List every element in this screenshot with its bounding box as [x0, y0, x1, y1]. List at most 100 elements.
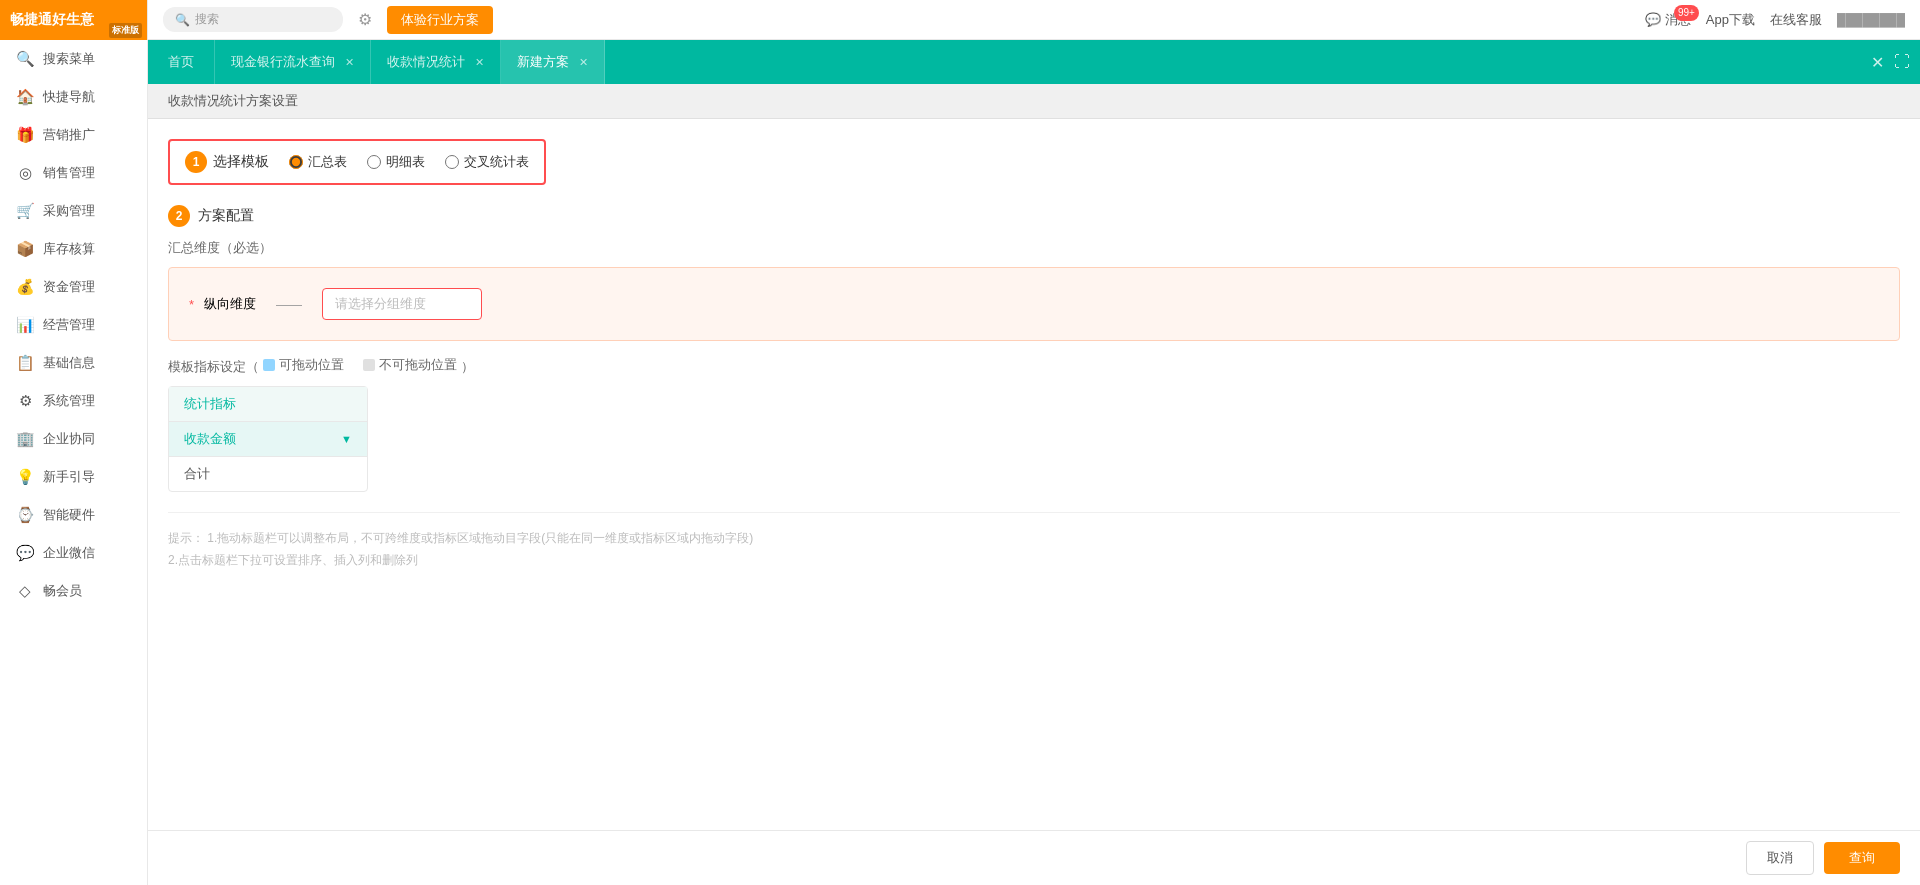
sidebar-item-label: 智能硬件	[43, 506, 95, 524]
sidebar-item-system[interactable]: ⚙ 系统管理	[0, 382, 147, 420]
sidebar-item-member[interactable]: ◇ 畅会员	[0, 572, 147, 610]
sidebar-item-label: 系统管理	[43, 392, 95, 410]
box-icon: 📦	[15, 240, 35, 258]
dimension-selector[interactable]: 请选择分组维度	[322, 288, 482, 320]
non-draggable-indicator: 不可拖动位置	[363, 356, 457, 374]
user-info: ████████	[1837, 13, 1905, 27]
metrics-column-label: 收款金额	[184, 430, 236, 448]
metrics-column-header[interactable]: 收款金额 ▼	[169, 422, 367, 457]
sidebar-item-label: 营销推广	[43, 126, 95, 144]
tab-receipts[interactable]: 收款情况统计 ✕	[371, 40, 501, 84]
metrics-table: 统计指标 收款金额 ▼ 合计	[168, 386, 368, 492]
sidebar-item-sales[interactable]: ◎ 销售管理	[0, 154, 147, 192]
tips-section: 提示： 1.拖动标题栏可以调整布局，不可跨维度或指标区域拖动目字段(只能在同一维…	[168, 512, 1900, 571]
tip-line-1: 提示： 1.拖动标题栏可以调整布局，不可跨维度或指标区域拖动目字段(只能在同一维…	[168, 528, 1900, 550]
tabbar-controls: ✕ ⛶	[1861, 40, 1920, 84]
sidebar-item-hardware[interactable]: ⌚ 智能硬件	[0, 496, 147, 534]
radio-detail-input[interactable]	[367, 155, 381, 169]
step2-title: 方案配置	[198, 207, 254, 225]
tab-newplan[interactable]: 新建方案 ✕	[501, 40, 605, 84]
bulb-icon: 💡	[15, 468, 35, 486]
radio-summary-input[interactable]	[289, 155, 303, 169]
sidebar-item-finance[interactable]: 💰 资金管理	[0, 268, 147, 306]
newplan-tab-close[interactable]: ✕	[579, 56, 588, 69]
sidebar-item-wechat[interactable]: 💬 企业微信	[0, 534, 147, 572]
sidebar-item-quicknav[interactable]: 🏠 快捷导航	[0, 78, 147, 116]
sidebar-item-inventory[interactable]: 📦 库存核算	[0, 230, 147, 268]
page-header-text: 收款情况统计方案设置	[168, 93, 298, 108]
sidebar: 畅捷通好生意 标准版 🔍 搜索菜单 🏠 快捷导航 🎁 营销推广 ◎ 销售管理 🛒…	[0, 0, 148, 885]
non-draggable-label: 不可拖动位置	[379, 356, 457, 374]
home-icon: 🏠	[15, 88, 35, 106]
window-maximize-icon[interactable]: ⛶	[1894, 53, 1910, 71]
messages-container[interactable]: 💬 消息 99+	[1645, 11, 1691, 29]
arrow-text: ——	[276, 297, 302, 312]
building-icon: 🏢	[15, 430, 35, 448]
logo-text: 畅捷通好生意	[10, 11, 94, 29]
sidebar-item-label: 库存核算	[43, 240, 95, 258]
sidebar-item-operations[interactable]: 📊 经营管理	[0, 306, 147, 344]
radio-summary-label: 汇总表	[308, 153, 347, 171]
sidebar-item-enterprise[interactable]: 🏢 企业协同	[0, 420, 147, 458]
cancel-button[interactable]: 取消	[1746, 841, 1814, 875]
dimension-label-text: 汇总维度（必选）	[168, 240, 272, 255]
sidebar-item-basic[interactable]: 📋 基础信息	[0, 344, 147, 382]
non-draggable-dot	[363, 359, 375, 371]
dimension-placeholder: 请选择分组维度	[335, 296, 426, 311]
query-button[interactable]: 查询	[1824, 842, 1900, 874]
metrics-table-header: 统计指标	[169, 387, 367, 422]
content-area: 收款情况统计方案设置 1 选择模板 汇总表	[148, 84, 1920, 830]
receipts-tab-close[interactable]: ✕	[475, 56, 484, 69]
search-icon: 🔍	[15, 50, 35, 68]
tab-cashflow[interactable]: 现金银行流水查询 ✕	[215, 40, 371, 84]
sidebar-item-label: 新手引导	[43, 468, 95, 486]
trial-button[interactable]: 体验行业方案	[387, 6, 493, 34]
metrics-summary-text: 合计	[184, 466, 210, 481]
metrics-section: 模板指标设定（ 可拖动位置 不可拖动位置 ）	[168, 356, 1900, 492]
radio-summary[interactable]: 汇总表	[289, 153, 347, 171]
sales-icon: ◎	[15, 164, 35, 182]
form-container: 1 选择模板 汇总表 明细表 交叉统计表	[148, 119, 1920, 830]
sidebar-item-label: 搜索菜单	[43, 50, 95, 68]
sidebar-item-newguide[interactable]: 💡 新手引导	[0, 458, 147, 496]
home-tab-label: 首页	[168, 53, 194, 71]
radio-cross-input[interactable]	[445, 155, 459, 169]
radio-detail[interactable]: 明细表	[367, 153, 425, 171]
step2-badge: 2	[168, 205, 190, 227]
online-service-link[interactable]: 在线客服	[1770, 11, 1822, 29]
cart-icon: 🛒	[15, 202, 35, 220]
sidebar-item-marketing[interactable]: 🎁 营销推广	[0, 116, 147, 154]
search-icon: 🔍	[175, 13, 190, 27]
cashflow-tab-label: 现金银行流水查询	[231, 53, 335, 71]
cashflow-tab-close[interactable]: ✕	[345, 56, 354, 69]
topbar-search[interactable]: 🔍 搜索	[163, 7, 343, 32]
sidebar-item-label: 资金管理	[43, 278, 95, 296]
member-icon: ◇	[15, 582, 35, 600]
chart-icon: 📊	[15, 316, 35, 334]
tabbar: 首页 现金银行流水查询 ✕ 收款情况统计 ✕ 新建方案 ✕ ✕ ⛶	[148, 40, 1920, 84]
tab-home[interactable]: 首页	[148, 40, 215, 84]
radio-cross[interactable]: 交叉统计表	[445, 153, 529, 171]
topbar: 🔍 搜索 ⚙ 体验行业方案 💬 消息 99+ App下载 在线客服 ██████…	[148, 0, 1920, 40]
step1-badge: 1	[185, 151, 207, 173]
sidebar-item-purchase[interactable]: 🛒 采购管理	[0, 192, 147, 230]
draggable-label: 可拖动位置	[279, 356, 344, 374]
gear-icon[interactable]: ⚙	[358, 10, 372, 29]
app-download-link[interactable]: App下载	[1706, 11, 1755, 29]
money-icon: 💰	[15, 278, 35, 296]
dropdown-arrow-icon[interactable]: ▼	[341, 433, 352, 445]
sidebar-item-search[interactable]: 🔍 搜索菜单	[0, 40, 147, 78]
sidebar-item-label: 快捷导航	[43, 88, 95, 106]
sidebar-item-label: 采购管理	[43, 202, 95, 220]
gift-icon: 🎁	[15, 126, 35, 144]
clipboard-icon: 📋	[15, 354, 35, 372]
dimension-area: * 纵向维度 —— 请选择分组维度	[168, 267, 1900, 341]
draggable-indicator: 可拖动位置	[263, 356, 344, 374]
window-close-icon[interactable]: ✕	[1871, 53, 1884, 72]
step2-section: 2 方案配置 汇总维度（必选） * 纵向维度 ——	[168, 205, 1900, 571]
main-area: 🔍 搜索 ⚙ 体验行业方案 💬 消息 99+ App下载 在线客服 ██████…	[148, 0, 1920, 885]
metrics-label-text: 模板指标设定（ 可拖动位置 不可拖动位置 ）	[168, 356, 474, 376]
metrics-header-text: 统计指标	[184, 395, 236, 413]
radio-cross-label: 交叉统计表	[464, 153, 529, 171]
draggable-dot	[263, 359, 275, 371]
